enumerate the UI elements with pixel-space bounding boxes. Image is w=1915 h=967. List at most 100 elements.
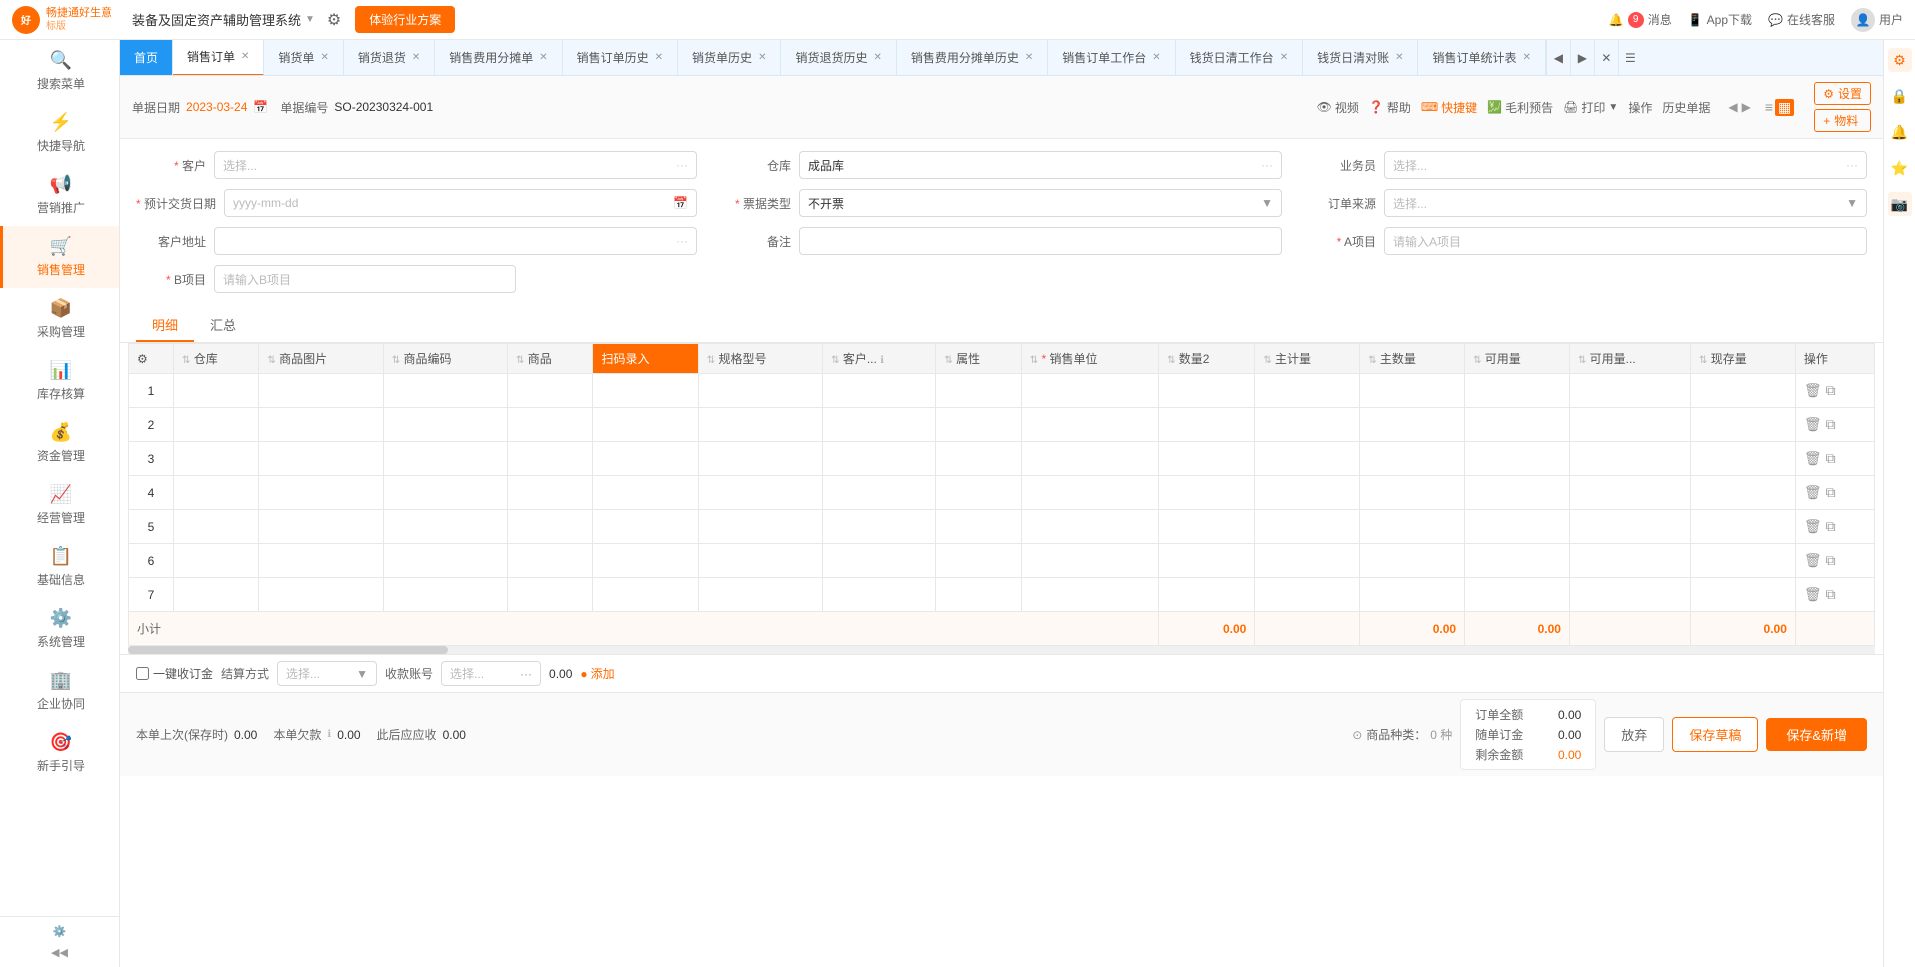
- delivery-date-input[interactable]: yyyy-mm-dd 📅: [224, 189, 697, 217]
- tab-close-icon[interactable]: ✕: [1152, 52, 1160, 63]
- copy-icon[interactable]: ⧉: [1826, 586, 1836, 603]
- view-action[interactable]: 👁 视频: [1317, 99, 1359, 116]
- row-scan-7[interactable]: [593, 578, 698, 612]
- discard-button[interactable]: 放弃: [1604, 717, 1664, 752]
- delete-icon[interactable]: 🗑: [1804, 416, 1822, 433]
- row-image-2[interactable]: [259, 408, 383, 442]
- delete-icon[interactable]: 🗑: [1804, 518, 1822, 535]
- col-sku-code[interactable]: ⇅ 商品编码: [383, 344, 507, 374]
- row-available-2[interactable]: [1465, 408, 1570, 442]
- warehouse-input[interactable]: 成品库 ···: [799, 151, 1282, 179]
- row-scan-6[interactable]: [593, 544, 698, 578]
- row-available-3[interactable]: [1465, 442, 1570, 476]
- row-available-7[interactable]: [1465, 578, 1570, 612]
- tab-sales-return[interactable]: 销货退货 ✕: [344, 40, 435, 76]
- row-spec-2[interactable]: [698, 408, 822, 442]
- col-available[interactable]: ⇅ 可用量: [1465, 344, 1570, 374]
- addrow-button[interactable]: + 物料: [1814, 109, 1871, 132]
- row-sales-unit-3[interactable]: [1021, 442, 1158, 476]
- row-sales-unit-4[interactable]: [1021, 476, 1158, 510]
- col-product[interactable]: ⇅ 商品: [508, 344, 593, 374]
- sidebar-item-baseinfo[interactable]: 📋 基础信息: [0, 536, 119, 598]
- row-scan-1[interactable]: [593, 374, 698, 408]
- tab-close-icon[interactable]: ✕: [1395, 52, 1403, 63]
- right-sidebar-star-icon[interactable]: ⭐: [1888, 156, 1912, 180]
- a-project-input[interactable]: 请输入A项目: [1384, 227, 1867, 255]
- settings-button[interactable]: ⚙ 设置: [1814, 82, 1871, 105]
- row-current-stock-2[interactable]: [1691, 408, 1796, 442]
- row-available-5[interactable]: [1465, 510, 1570, 544]
- order-source-select[interactable]: 选择... ▼: [1384, 189, 1867, 217]
- tab-cash-daily-workbench[interactable]: 钱货日清工作台 ✕: [1176, 40, 1303, 76]
- tab-sales-fee-split[interactable]: 销售费用分摊单 ✕: [435, 40, 562, 76]
- tab-close-icon[interactable]: ✕: [1025, 52, 1033, 63]
- row-available-4[interactable]: [1465, 476, 1570, 510]
- tab-sales-fee-split-history[interactable]: 销售费用分摊单历史 ✕: [897, 40, 1048, 76]
- row-attribute-6[interactable]: [936, 544, 1021, 578]
- row-main-qty-1[interactable]: [1360, 374, 1465, 408]
- row-quantity2-2[interactable]: [1159, 408, 1255, 442]
- row-current-stock-3[interactable]: [1691, 442, 1796, 476]
- copy-icon[interactable]: ⧉: [1826, 552, 1836, 569]
- row-attribute-3[interactable]: [936, 442, 1021, 476]
- col-scan[interactable]: 扫码录入: [593, 344, 698, 374]
- row-warehouse-7[interactable]: [173, 578, 258, 612]
- tab-nav-next[interactable]: ▶: [1570, 40, 1594, 76]
- row-sku-code-7[interactable]: [383, 578, 507, 612]
- col-warehouse[interactable]: ⇅ 仓库: [173, 344, 258, 374]
- row-spec-4[interactable]: [698, 476, 822, 510]
- row-sales-unit-7[interactable]: [1021, 578, 1158, 612]
- operation-action[interactable]: 操作: [1628, 99, 1652, 116]
- row-available-6[interactable]: [1465, 544, 1570, 578]
- nav-next-icon[interactable]: ▶: [1742, 100, 1751, 114]
- row-current-stock-7[interactable]: [1691, 578, 1796, 612]
- tab-nav-prev[interactable]: ◀: [1546, 40, 1570, 76]
- detail-tab-summary[interactable]: 汇总: [194, 309, 252, 342]
- delete-icon[interactable]: 🗑: [1804, 484, 1822, 501]
- col-customer-code[interactable]: ⇅ 客户... ℹ: [823, 344, 936, 374]
- row-main-qty-2[interactable]: [1360, 408, 1465, 442]
- row-sales-unit-1[interactable]: [1021, 374, 1158, 408]
- print-action[interactable]: 🖨 打印 ▼: [1563, 99, 1618, 116]
- row-attribute-2[interactable]: [936, 408, 1021, 442]
- col-attribute[interactable]: ⇅ 属性: [936, 344, 1021, 374]
- note-input[interactable]: [799, 227, 1282, 255]
- one-click-checkbox-input[interactable]: [136, 667, 149, 680]
- tab-close-icon[interactable]: ✕: [1280, 52, 1288, 63]
- row-product-4[interactable]: [508, 476, 593, 510]
- sidebar-item-purchase[interactable]: 📦 采购管理: [0, 288, 119, 350]
- row-quantity2-1[interactable]: [1159, 374, 1255, 408]
- customer-input[interactable]: 选择... ···: [214, 151, 697, 179]
- row-quantity2-6[interactable]: [1159, 544, 1255, 578]
- row-product-3[interactable]: [508, 442, 593, 476]
- col-quantity2[interactable]: ⇅ 数量2: [1159, 344, 1255, 374]
- row-current-stock-6[interactable]: [1691, 544, 1796, 578]
- tab-close-icon[interactable]: ✕: [539, 52, 547, 63]
- one-click-deposit-checkbox[interactable]: 一键收订金: [136, 665, 213, 682]
- row-product-7[interactable]: [508, 578, 593, 612]
- row-available2-2[interactable]: [1569, 408, 1690, 442]
- row-warehouse-6[interactable]: [173, 544, 258, 578]
- right-sidebar-lock-icon[interactable]: 🔒: [1888, 84, 1912, 108]
- save-draft-button[interactable]: 保存草稿: [1672, 717, 1758, 752]
- nav-prev-icon[interactable]: ◀: [1728, 100, 1737, 114]
- row-sku-code-1[interactable]: [383, 374, 507, 408]
- row-current-stock-1[interactable]: [1691, 374, 1796, 408]
- row-sku-code-5[interactable]: [383, 510, 507, 544]
- customer-address-input[interactable]: ···: [214, 227, 697, 255]
- row-main-unit-6[interactable]: [1255, 544, 1360, 578]
- row-available2-5[interactable]: [1569, 510, 1690, 544]
- row-spec-3[interactable]: [698, 442, 822, 476]
- copy-icon[interactable]: ⧉: [1826, 416, 1836, 433]
- row-warehouse-1[interactable]: [173, 374, 258, 408]
- user-avatar[interactable]: 👤 用户: [1851, 8, 1903, 32]
- row-available-1[interactable]: [1465, 374, 1570, 408]
- delete-icon[interactable]: 🗑: [1804, 450, 1822, 467]
- col-sales-unit[interactable]: ⇅ * 销售单位: [1021, 344, 1158, 374]
- detail-tab-detail[interactable]: 明细: [136, 309, 194, 342]
- online-service-button[interactable]: 💬 在线客服: [1768, 11, 1835, 28]
- row-quantity2-4[interactable]: [1159, 476, 1255, 510]
- row-warehouse-3[interactable]: [173, 442, 258, 476]
- row-main-unit-2[interactable]: [1255, 408, 1360, 442]
- gear-icon[interactable]: ⚙: [327, 10, 341, 30]
